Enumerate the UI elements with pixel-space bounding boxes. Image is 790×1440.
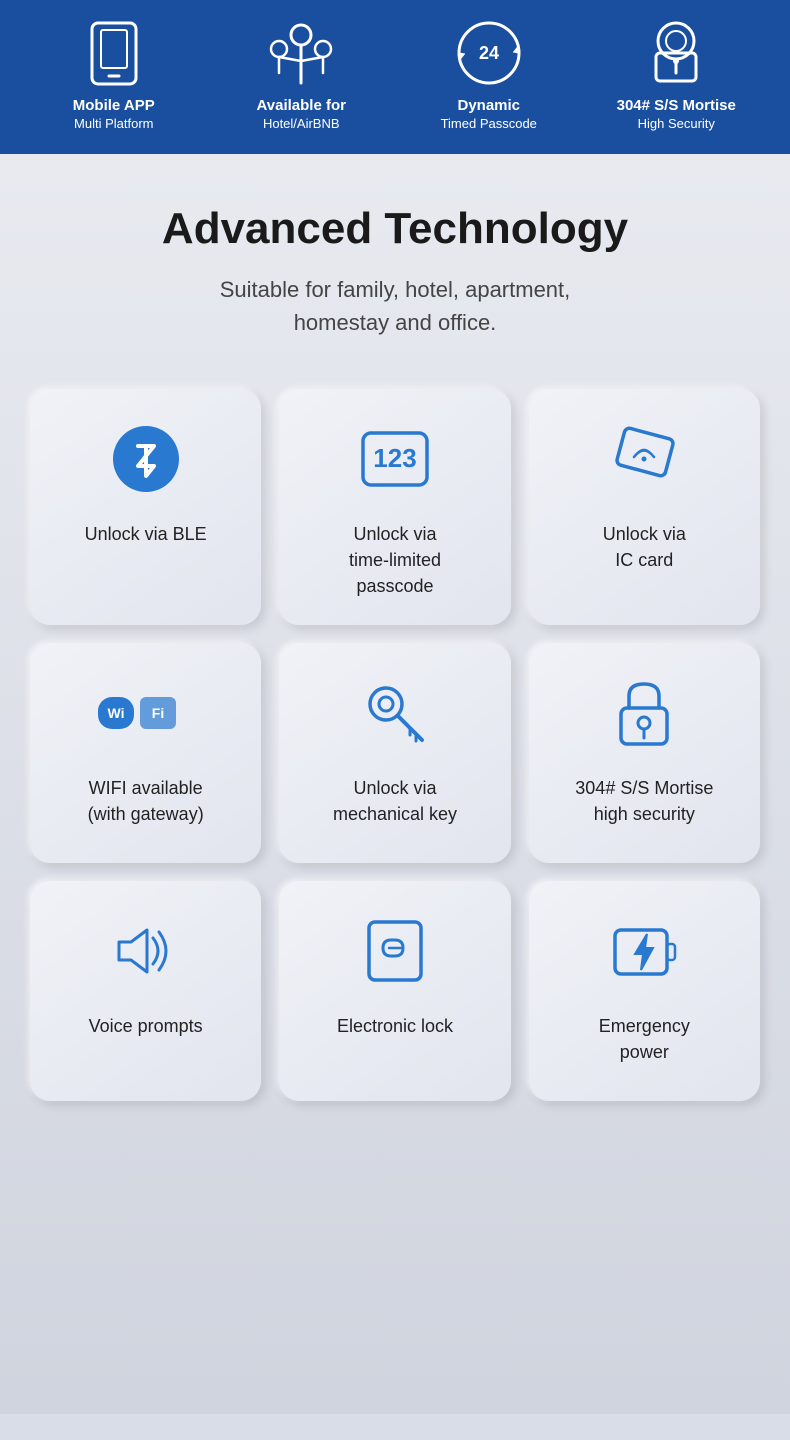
card-ic-card: Unlock viaIC card (529, 389, 760, 625)
hotel-icon (266, 18, 336, 88)
header-title-hotel: Available for (257, 96, 346, 116)
card-passcode: 123 Unlock viatime-limitedpasscode (279, 389, 510, 625)
svg-text:Fi: Fi (151, 705, 163, 721)
card-mechanical-key: Unlock viamechanical key (279, 643, 510, 863)
svg-text:24: 24 (479, 43, 499, 63)
main-section: Advanced Technology Suitable for family,… (0, 154, 790, 1414)
card-label-electronic-lock: Electronic lock (337, 1013, 453, 1039)
header-subtitle-mobile-app: Multi Platform (74, 116, 153, 133)
header: Mobile APP Multi Platform Available for … (0, 0, 790, 154)
ble-icon (106, 419, 186, 499)
svg-text:123: 123 (373, 443, 416, 473)
ic-card-icon (604, 419, 684, 499)
header-subtitle-mortise: High Security (638, 116, 715, 133)
card-emergency-power: Emergencypower (529, 881, 760, 1101)
card-label-emergency-power: Emergencypower (599, 1013, 690, 1065)
svg-text:Wi: Wi (107, 705, 124, 721)
wifi-icon: Wi Fi (106, 673, 186, 753)
voice-icon (106, 911, 186, 991)
header-item-hotel: Available for Hotel/AirBNB (208, 18, 396, 132)
card-label-mortise-security: 304# S/S Mortisehigh security (575, 775, 713, 827)
header-item-dynamic: 24 Dynamic Timed Passcode (395, 18, 583, 132)
card-electronic-lock: Electronic lock (279, 881, 510, 1101)
card-mortise-security: 304# S/S Mortisehigh security (529, 643, 760, 863)
card-label-voice: Voice prompts (89, 1013, 203, 1039)
header-subtitle-dynamic: Timed Passcode (441, 116, 537, 133)
card-label-ble: Unlock via BLE (85, 521, 207, 547)
feature-grid: Unlock via BLE 123 Unlock viatime-limite… (30, 389, 760, 1101)
section-subtitle: Suitable for family, hotel, apartment,ho… (30, 273, 760, 339)
card-label-mechanical-key: Unlock viamechanical key (333, 775, 457, 827)
card-wifi: Wi Fi WIFI available(with gateway) (30, 643, 261, 863)
electronic-lock-icon (355, 911, 435, 991)
card-label-passcode: Unlock viatime-limitedpasscode (349, 521, 441, 599)
dynamic-icon: 24 (454, 18, 524, 88)
header-title-dynamic: Dynamic (457, 96, 520, 116)
mortise-security-icon (604, 673, 684, 753)
passcode-icon: 123 (355, 419, 435, 499)
mechanical-key-icon (355, 673, 435, 753)
mortise-icon (641, 18, 711, 88)
section-title: Advanced Technology (30, 204, 760, 255)
emergency-power-icon (604, 911, 684, 991)
mobile-app-icon (79, 18, 149, 88)
card-label-wifi: WIFI available(with gateway) (88, 775, 204, 827)
header-item-mobile-app: Mobile APP Multi Platform (20, 18, 208, 132)
header-subtitle-hotel: Hotel/AirBNB (263, 116, 340, 133)
card-ble: Unlock via BLE (30, 389, 261, 625)
header-item-mortise: 304# S/S Mortise High Security (583, 18, 771, 132)
header-title-mobile-app: Mobile APP (73, 96, 155, 116)
card-label-ic-card: Unlock viaIC card (603, 521, 686, 573)
card-voice: Voice prompts (30, 881, 261, 1101)
header-title-mortise: 304# S/S Mortise (617, 96, 736, 116)
